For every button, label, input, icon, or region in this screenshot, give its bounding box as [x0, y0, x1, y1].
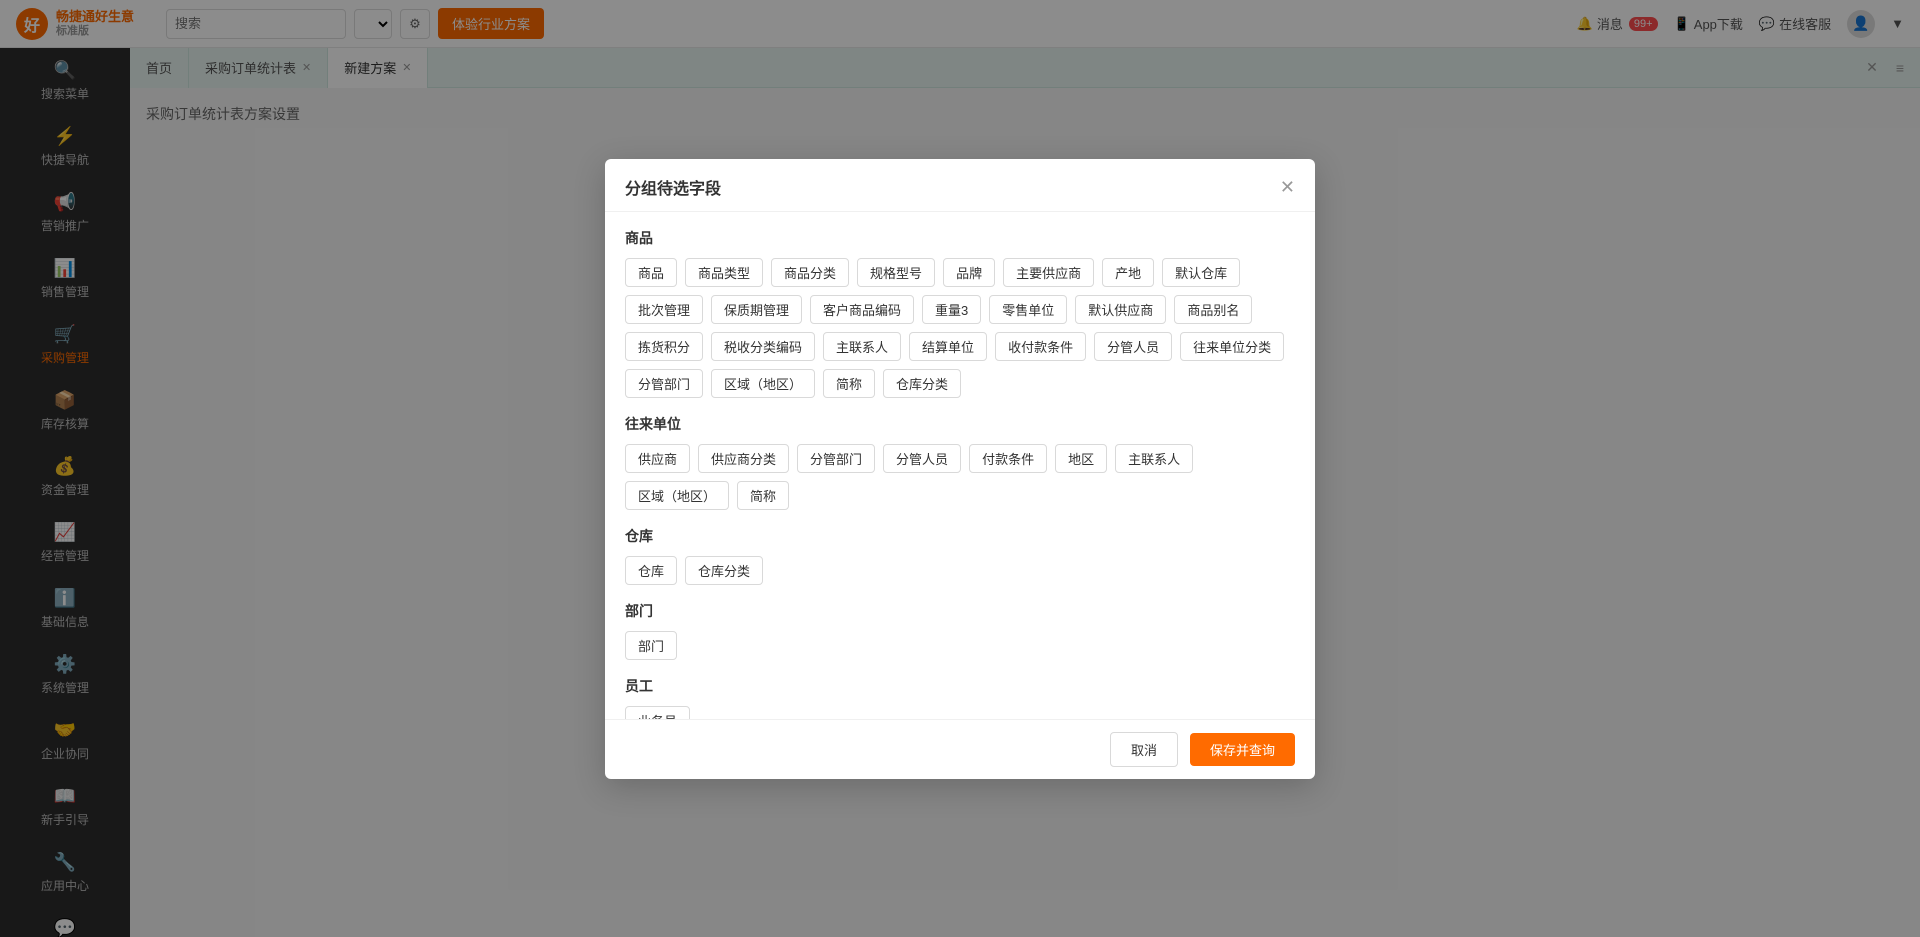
field-tag[interactable]: 区域（地区） [625, 481, 729, 510]
field-tag[interactable]: 商品类型 [685, 258, 763, 287]
field-tag[interactable]: 分管人员 [1094, 332, 1172, 361]
field-tags-partner: 供应商 供应商分类 分管部门 分管人员 付款条件 地区 主联系人 区域（地区） … [625, 444, 1295, 510]
field-tag[interactable]: 默认供应商 [1075, 295, 1166, 324]
field-tag[interactable]: 地区 [1055, 444, 1107, 473]
field-tag[interactable]: 分管人员 [883, 444, 961, 473]
field-tag[interactable]: 税收分类编码 [711, 332, 815, 361]
section-title-partner: 往来单位 [625, 414, 1295, 434]
section-title-department: 部门 [625, 601, 1295, 621]
field-tag[interactable]: 主要供应商 [1003, 258, 1094, 287]
field-tag[interactable]: 仓库 [625, 556, 677, 585]
field-tag[interactable]: 供应商分类 [698, 444, 789, 473]
field-tag[interactable]: 客户商品编码 [810, 295, 914, 324]
field-tag[interactable]: 主联系人 [1115, 444, 1193, 473]
modal-close-button[interactable]: ✕ [1280, 178, 1295, 196]
field-tag[interactable]: 仓库分类 [883, 369, 961, 398]
confirm-button[interactable]: 保存并查询 [1190, 733, 1295, 766]
field-tag[interactable]: 拣货积分 [625, 332, 703, 361]
modal-title: 分组待选字段 [625, 175, 721, 199]
field-tag[interactable]: 规格型号 [857, 258, 935, 287]
cancel-button[interactable]: 取消 [1110, 732, 1178, 767]
field-tag[interactable]: 零售单位 [989, 295, 1067, 324]
field-tag[interactable]: 重量3 [922, 295, 981, 324]
field-tag[interactable]: 分管部门 [797, 444, 875, 473]
field-tag[interactable]: 业务员 [625, 706, 690, 719]
field-tags-product: 商品 商品类型 商品分类 规格型号 品牌 主要供应商 产地 默认仓库 批次管理 … [625, 258, 1295, 398]
field-tag[interactable]: 默认仓库 [1162, 258, 1240, 287]
field-tag[interactable]: 商品 [625, 258, 677, 287]
field-tag[interactable]: 品牌 [943, 258, 995, 287]
field-tag[interactable]: 商品分类 [771, 258, 849, 287]
field-tag[interactable]: 收付款条件 [995, 332, 1086, 361]
field-tag[interactable]: 供应商 [625, 444, 690, 473]
field-tag[interactable]: 结算单位 [909, 332, 987, 361]
field-tag[interactable]: 部门 [625, 631, 677, 660]
section-title-employee: 员工 [625, 676, 1295, 696]
field-tag[interactable]: 商品别名 [1174, 295, 1252, 324]
field-tags-department: 部门 [625, 631, 1295, 660]
field-tag[interactable]: 批次管理 [625, 295, 703, 324]
field-tag[interactable]: 保质期管理 [711, 295, 802, 324]
section-title-warehouse: 仓库 [625, 526, 1295, 546]
modal-header: 分组待选字段 ✕ [605, 159, 1315, 212]
field-tag[interactable]: 仓库分类 [685, 556, 763, 585]
field-tag[interactable]: 分管部门 [625, 369, 703, 398]
modal: 分组待选字段 ✕ 商品 商品 商品类型 商品分类 规格型号 品牌 主要供应商 产… [605, 159, 1315, 779]
field-tag[interactable]: 区域（地区） [711, 369, 815, 398]
field-tags-warehouse: 仓库 仓库分类 [625, 556, 1295, 585]
field-tag[interactable]: 主联系人 [823, 332, 901, 361]
modal-body: 商品 商品 商品类型 商品分类 规格型号 品牌 主要供应商 产地 默认仓库 批次… [605, 212, 1315, 719]
field-tag[interactable]: 往来单位分类 [1180, 332, 1284, 361]
field-tag[interactable]: 产地 [1102, 258, 1154, 287]
modal-footer: 取消 保存并查询 [605, 719, 1315, 779]
field-tags-employee: 业务员 [625, 706, 1295, 719]
field-tag[interactable]: 简称 [823, 369, 875, 398]
field-tag[interactable]: 付款条件 [969, 444, 1047, 473]
section-title-product: 商品 [625, 228, 1295, 248]
modal-overlay[interactable]: 分组待选字段 ✕ 商品 商品 商品类型 商品分类 规格型号 品牌 主要供应商 产… [0, 0, 1920, 937]
field-tag[interactable]: 简称 [737, 481, 789, 510]
